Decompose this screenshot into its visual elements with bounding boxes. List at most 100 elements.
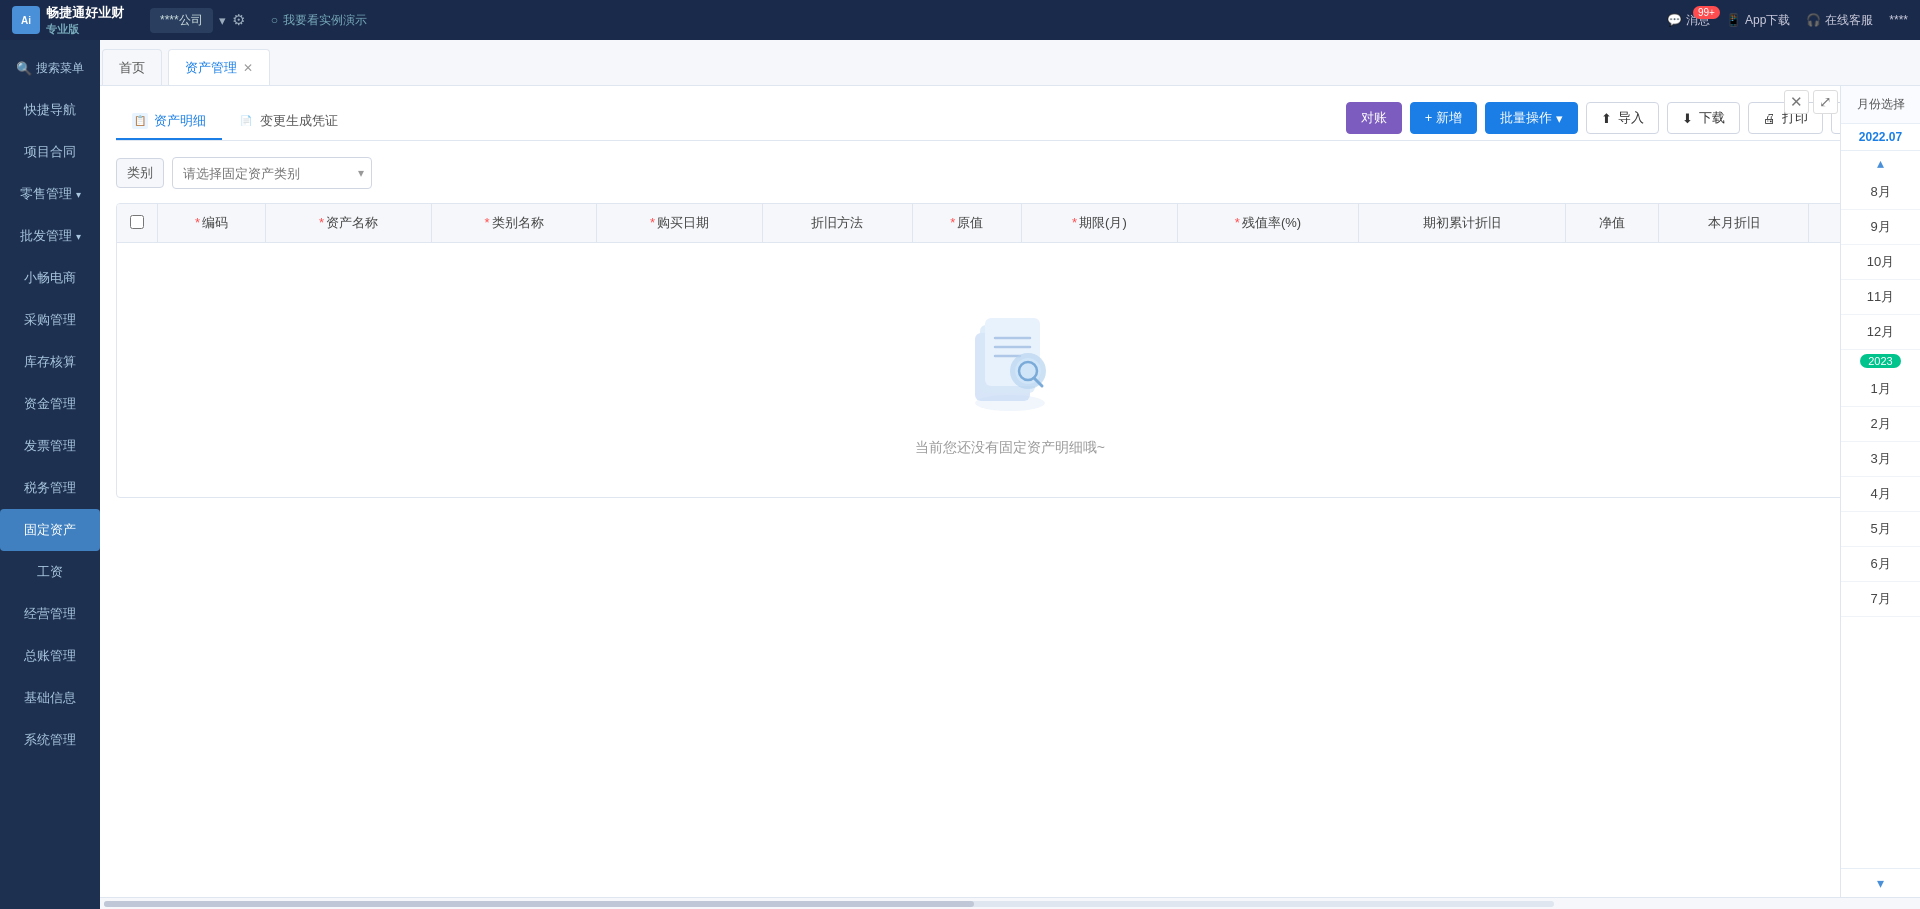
- sidebar-item-operation[interactable]: 经营管理: [0, 593, 100, 635]
- import-btn[interactable]: ⬆ 导入: [1586, 102, 1659, 134]
- company-dropdown-icon[interactable]: ▾: [219, 13, 226, 28]
- tab-assets-mgmt[interactable]: 资产管理 ✕: [168, 49, 270, 85]
- sub-tab-voucher[interactable]: 📄 变更生成凭证: [222, 104, 354, 140]
- tab-bar: 首页 资产管理 ✕: [100, 40, 1920, 86]
- th-accum-deprec: 期初累计折旧: [1359, 204, 1566, 243]
- sidebar-item-purchase[interactable]: 采购管理: [0, 299, 100, 341]
- sub-tab-detail[interactable]: 📋 资产明细: [116, 104, 222, 140]
- assets-label: 固定资产: [6, 521, 94, 539]
- tab-close-icon[interactable]: ✕: [243, 61, 253, 75]
- month-item-12[interactable]: 12月: [1841, 315, 1920, 350]
- operation-label: 经营管理: [6, 605, 94, 623]
- sidebar-item-salary[interactable]: 工资: [0, 551, 100, 593]
- app-logo: Ai 畅捷通好业财 专业版: [12, 4, 124, 37]
- message-count: 99+: [1693, 6, 1720, 19]
- month-item-9[interactable]: 9月: [1841, 210, 1920, 245]
- sidebar-item-search[interactable]: 🔍 搜索菜单: [0, 48, 100, 89]
- month-item-6[interactable]: 6月: [1841, 547, 1920, 582]
- month-panel-header: 月份选择: [1841, 86, 1920, 124]
- fund-label: 资金管理: [6, 395, 94, 413]
- app-download-btn[interactable]: 📱 App下载: [1726, 12, 1790, 29]
- th-net-value: 净值: [1565, 204, 1659, 243]
- message-btn[interactable]: 💬 消息 99+: [1667, 12, 1710, 29]
- th-code: *编码: [157, 204, 266, 243]
- month-item-5[interactable]: 5月: [1841, 512, 1920, 547]
- month-nav-down-btn[interactable]: ▾: [1877, 875, 1884, 891]
- batch-arrow-icon: ▾: [1556, 111, 1563, 126]
- select-all-checkbox[interactable]: [130, 215, 144, 229]
- table-empty-row: 当前您还没有固定资产明细哦~: [117, 243, 1903, 498]
- sidebar-item-tax[interactable]: 税务管理: [0, 467, 100, 509]
- table-body: 当前您还没有固定资产明细哦~: [117, 243, 1903, 498]
- category-input-wrapper: ▾: [172, 157, 372, 189]
- basic-label: 基础信息: [6, 689, 94, 707]
- empty-state: 当前您还没有固定资产明细哦~: [117, 243, 1903, 497]
- month-item-3[interactable]: 3月: [1841, 442, 1920, 477]
- year-2023-row: 2023: [1841, 350, 1920, 372]
- voucher-tab-icon: 📄: [238, 113, 254, 129]
- app-name: 畅捷通好业财: [46, 4, 124, 22]
- month-item-8[interactable]: 8月: [1841, 175, 1920, 210]
- settings-icon[interactable]: ⚙: [232, 11, 245, 29]
- top-bar: Ai 畅捷通好业财 专业版 ****公司 ▾ ⚙ ○ 我要看实例演示 💬 消息 …: [0, 0, 1920, 40]
- add-btn[interactable]: + 新增: [1410, 102, 1477, 134]
- panel-close-icon[interactable]: ✕: [1784, 90, 1809, 114]
- app-icon: 📱: [1726, 13, 1741, 27]
- sidebar-item-fund[interactable]: 资金管理: [0, 383, 100, 425]
- sidebar-item-basic[interactable]: 基础信息: [0, 677, 100, 719]
- month-item-1[interactable]: 1月: [1841, 372, 1920, 407]
- month-nav-up-btn[interactable]: ▴: [1869, 151, 1892, 175]
- invoice-label: 发票管理: [6, 437, 94, 455]
- batch-btn[interactable]: 批量操作 ▾: [1485, 102, 1578, 134]
- category-filter: 类别 ▾: [116, 157, 1904, 189]
- download-btn[interactable]: ⬇ 下载: [1667, 102, 1740, 134]
- month-item-4[interactable]: 4月: [1841, 477, 1920, 512]
- sidebar-item-system[interactable]: 系统管理: [0, 719, 100, 761]
- demo-link[interactable]: ○ 我要看实例演示: [271, 12, 367, 29]
- panel-controls: ✕ ⤢: [1784, 90, 1838, 114]
- match-btn-label: 对账: [1361, 109, 1387, 127]
- wholesale-label: 批发管理: [20, 227, 72, 245]
- tab-home[interactable]: 首页: [102, 49, 162, 85]
- tab-home-label: 首页: [119, 59, 145, 77]
- scrollbar-track: [104, 901, 1554, 907]
- match-btn[interactable]: 对账: [1346, 102, 1402, 134]
- empty-illustration: [950, 303, 1070, 423]
- th-period: *期限(月): [1021, 204, 1177, 243]
- search-icon: 🔍: [16, 61, 32, 76]
- sidebar-item-shortcut[interactable]: 快捷导航: [0, 89, 100, 131]
- sidebar-item-invoice[interactable]: 发票管理: [0, 425, 100, 467]
- tab-assets-label: 资产管理: [185, 59, 237, 77]
- sidebar-item-retail[interactable]: 零售管理 ▾: [0, 173, 100, 215]
- month-item-10[interactable]: 10月: [1841, 245, 1920, 280]
- app-label: App下载: [1745, 12, 1790, 29]
- month-item-11[interactable]: 11月: [1841, 280, 1920, 315]
- page-content: 📋 资产明细 📄 变更生成凭证 对账 + 新增: [100, 86, 1920, 897]
- add-btn-label: + 新增: [1425, 109, 1462, 127]
- month-panel-current[interactable]: 2022.07: [1841, 124, 1920, 151]
- month-item-2[interactable]: 2月: [1841, 407, 1920, 442]
- user-btn[interactable]: ****: [1889, 13, 1908, 27]
- online-service-btn[interactable]: 🎧 在线客服: [1806, 12, 1873, 29]
- sidebar-item-project[interactable]: 项目合同: [0, 131, 100, 173]
- sidebar-item-wholesale[interactable]: 批发管理 ▾: [0, 215, 100, 257]
- sidebar-item-assets[interactable]: 固定资产: [0, 509, 100, 551]
- retail-label: 零售管理: [20, 185, 72, 203]
- category-label: 类别: [116, 158, 164, 188]
- th-checkbox: [117, 204, 157, 243]
- sidebar-item-stock[interactable]: 库存核算: [0, 341, 100, 383]
- detail-tab-icon: 📋: [132, 113, 148, 129]
- panel-expand-icon[interactable]: ⤢: [1813, 90, 1838, 114]
- content-area: 首页 资产管理 ✕ 📋 资产明细 📄 变更生成凭证: [100, 40, 1920, 909]
- th-deprec-method: 折旧方法: [762, 204, 912, 243]
- month-item-7-current[interactable]: 7月: [1841, 582, 1920, 617]
- category-input[interactable]: [172, 157, 372, 189]
- scrollbar-thumb: [104, 901, 974, 907]
- sidebar-item-ecommerce[interactable]: 小畅电商: [0, 257, 100, 299]
- app-edition: 专业版: [46, 22, 124, 37]
- sidebar-item-ledger[interactable]: 总账管理: [0, 635, 100, 677]
- company-selector[interactable]: ****公司: [150, 8, 213, 33]
- system-label: 系统管理: [6, 731, 94, 749]
- horizontal-scrollbar[interactable]: [100, 897, 1920, 909]
- service-icon: 🎧: [1806, 13, 1821, 27]
